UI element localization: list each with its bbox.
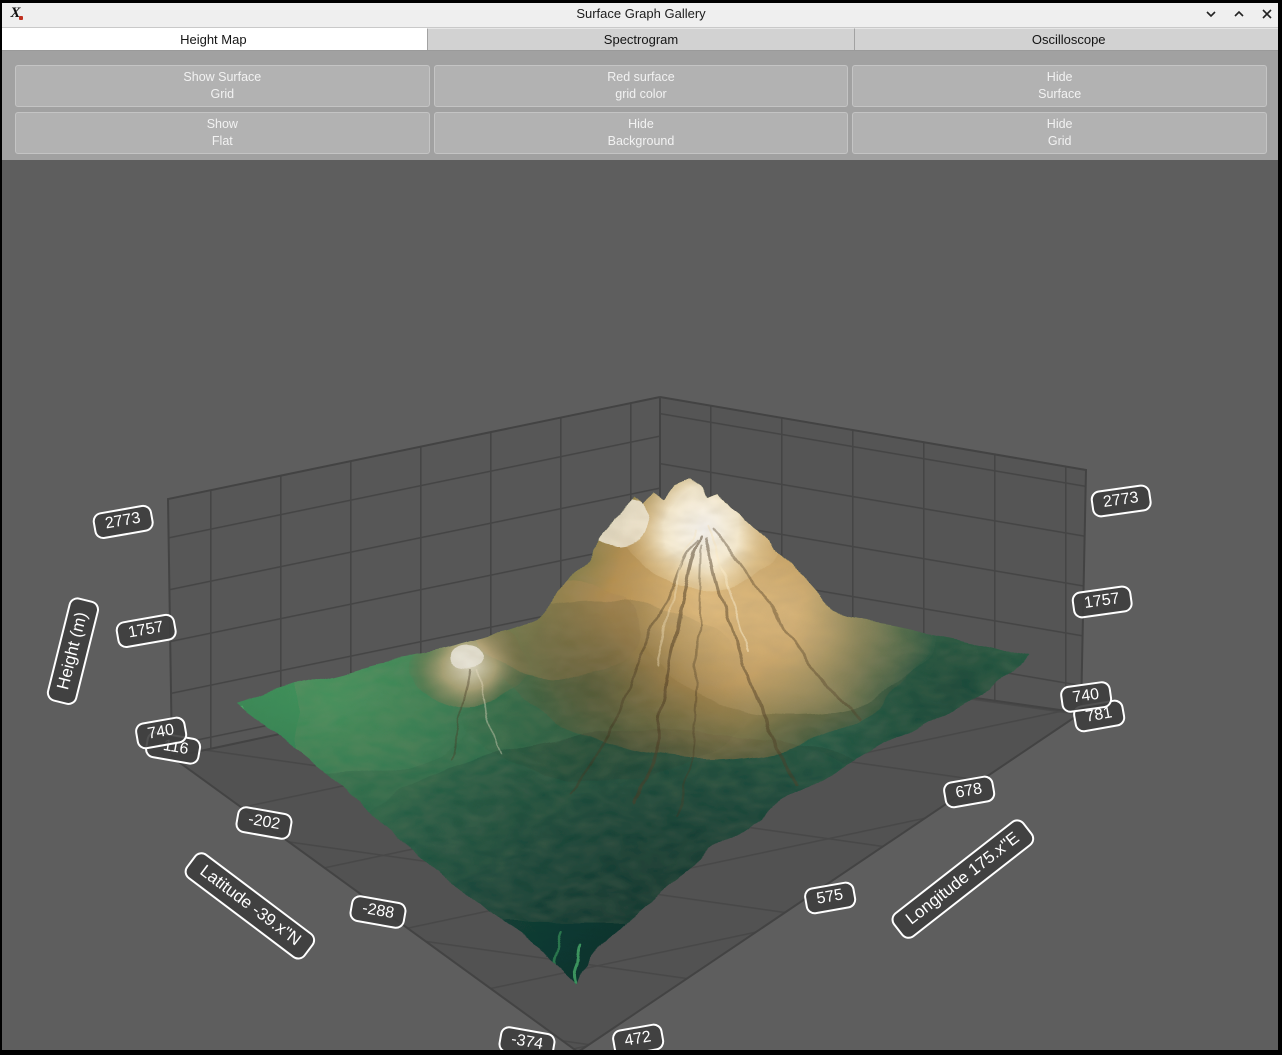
button-label: Hide xyxy=(1047,116,1073,133)
tab-oscilloscope[interactable]: Oscilloscope xyxy=(855,28,1282,50)
window-controls xyxy=(1202,0,1276,28)
button-label: Background xyxy=(608,133,675,150)
hide-grid-button[interactable]: Hide Grid xyxy=(852,112,1267,154)
tab-height-map[interactable]: Height Map xyxy=(0,28,428,50)
surface-grid-color-button[interactable]: Red surface grid color xyxy=(434,65,849,107)
hide-surface-button[interactable]: Hide Surface xyxy=(852,65,1267,107)
button-label: Hide xyxy=(1047,69,1073,86)
button-label: Red surface xyxy=(607,69,674,86)
button-label: Hide xyxy=(628,116,654,133)
app-window: X Surface Graph Gallery Height Map Spect… xyxy=(0,0,1282,1055)
button-label: Grid xyxy=(211,86,235,103)
show-surface-grid-button[interactable]: Show Surface Grid xyxy=(15,65,430,107)
chevron-down-icon xyxy=(1204,7,1218,21)
maximize-button[interactable] xyxy=(1230,5,1248,23)
surface-plot[interactable]: 781 678 575 472 Longitude 175.x"E -116 -… xyxy=(0,160,1282,1055)
hide-background-button[interactable]: Hide Background xyxy=(434,112,849,154)
close-icon xyxy=(1260,7,1274,21)
tabbar: Height Map Spectrogram Oscilloscope xyxy=(0,28,1282,51)
window-title: Surface Graph Gallery xyxy=(0,6,1282,21)
button-label: Flat xyxy=(212,133,233,150)
titlebar: X Surface Graph Gallery xyxy=(0,0,1282,28)
control-panel: Show Surface Grid Red surface grid color… xyxy=(0,51,1282,160)
show-flat-button[interactable]: Show Flat xyxy=(15,112,430,154)
button-label: grid color xyxy=(615,86,666,103)
shade-button[interactable] xyxy=(1202,5,1220,23)
button-label: Show xyxy=(207,116,238,133)
tab-spectrogram[interactable]: Spectrogram xyxy=(428,28,856,50)
button-label: Surface xyxy=(1038,86,1081,103)
button-label: Show Surface xyxy=(183,69,261,86)
close-button[interactable] xyxy=(1258,5,1276,23)
chevron-up-icon xyxy=(1232,7,1246,21)
button-label: Grid xyxy=(1048,133,1072,150)
app-icon: X xyxy=(7,5,24,22)
